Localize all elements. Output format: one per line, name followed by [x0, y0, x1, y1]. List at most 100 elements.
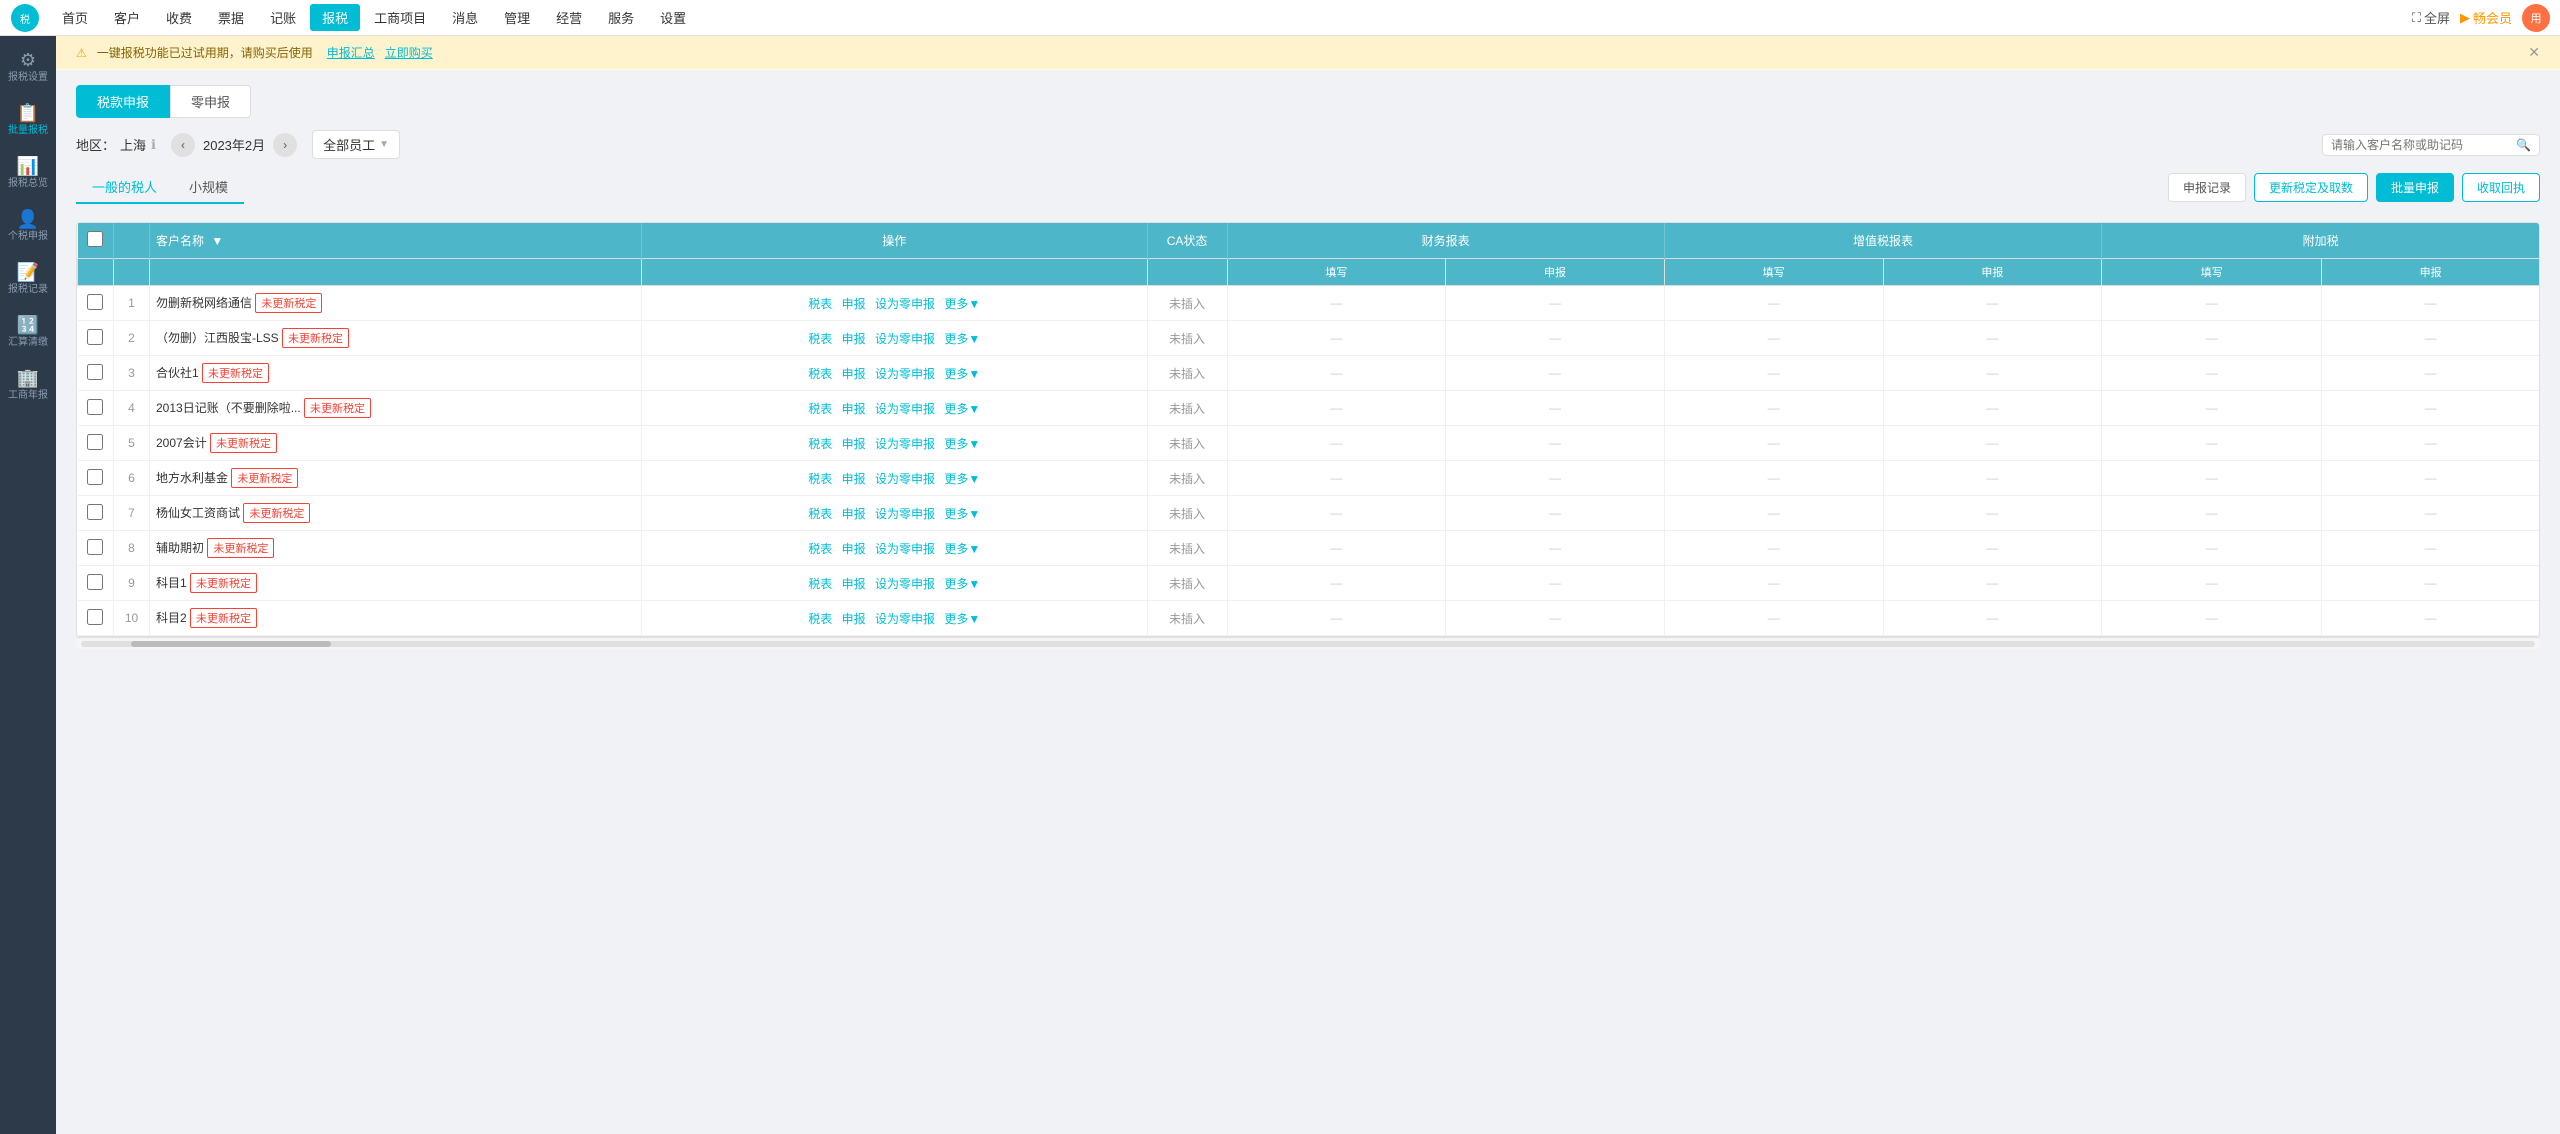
- user-avatar[interactable]: 用: [2522, 4, 2550, 32]
- op-declare-9[interactable]: 申报: [842, 612, 866, 626]
- op-declare-1[interactable]: 申报: [842, 332, 866, 346]
- sort-icon[interactable]: ▼: [211, 234, 223, 248]
- sidebar-item-annual-report[interactable]: 🏢 工商年报: [0, 361, 56, 410]
- nav-settings[interactable]: 设置: [648, 4, 698, 31]
- declaration-records-button[interactable]: 申报记录: [2168, 173, 2246, 202]
- op-declare-3[interactable]: 申报: [842, 402, 866, 416]
- row-select-6[interactable]: [87, 504, 103, 520]
- op-zero-6[interactable]: 设为零申报: [875, 507, 935, 521]
- nav-home[interactable]: 首页: [50, 4, 100, 31]
- upgrade-button[interactable]: ▶ 畅会员: [2460, 8, 2512, 27]
- banner-link-summary[interactable]: 申报汇总: [327, 44, 375, 61]
- nav-service[interactable]: 服务: [596, 4, 646, 31]
- region-info-icon[interactable]: ℹ: [151, 137, 156, 153]
- batch-declare-button[interactable]: 批量申报: [2376, 173, 2454, 202]
- op-tax-table-8[interactable]: 税表: [808, 577, 832, 591]
- tab-zero-declaration[interactable]: 零申报: [170, 85, 251, 118]
- op-zero-7[interactable]: 设为零申报: [875, 542, 935, 556]
- row-checkbox-2[interactable]: [78, 356, 114, 391]
- op-declare-4[interactable]: 申报: [842, 437, 866, 451]
- op-more-8[interactable]: 更多▼: [944, 577, 980, 591]
- row-checkbox-8[interactable]: [78, 566, 114, 601]
- update-tax-button[interactable]: 更新税定及取数: [2254, 173, 2368, 202]
- nav-business[interactable]: 工商项目: [362, 4, 438, 31]
- sidebar-item-tax-settings[interactable]: ⚙ 报税设置: [0, 43, 56, 92]
- op-tax-table-4[interactable]: 税表: [808, 437, 832, 451]
- op-more-3[interactable]: 更多▼: [944, 402, 980, 416]
- op-declare-7[interactable]: 申报: [842, 542, 866, 556]
- op-tax-table-1[interactable]: 税表: [808, 332, 832, 346]
- nav-operation[interactable]: 经营: [544, 4, 594, 31]
- op-more-6[interactable]: 更多▼: [944, 507, 980, 521]
- op-more-9[interactable]: 更多▼: [944, 612, 980, 626]
- tab-tax-declaration[interactable]: 税款申报: [76, 85, 170, 118]
- nav-invoice[interactable]: 票据: [206, 4, 256, 31]
- op-tax-table-9[interactable]: 税表: [808, 612, 832, 626]
- op-zero-0[interactable]: 设为零申报: [875, 297, 935, 311]
- op-tax-table-2[interactable]: 税表: [808, 367, 832, 381]
- row-checkbox-6[interactable]: [78, 496, 114, 531]
- sidebar-item-settlement[interactable]: 🔢 汇算清缴: [0, 308, 56, 357]
- row-checkbox-7[interactable]: [78, 531, 114, 566]
- nav-tax[interactable]: 报税: [310, 4, 360, 31]
- op-zero-2[interactable]: 设为零申报: [875, 367, 935, 381]
- row-select-8[interactable]: [87, 574, 103, 590]
- op-tax-table-3[interactable]: 税表: [808, 402, 832, 416]
- date-next-button[interactable]: ›: [273, 133, 297, 157]
- op-more-0[interactable]: 更多▼: [944, 297, 980, 311]
- op-more-4[interactable]: 更多▼: [944, 437, 980, 451]
- row-select-1[interactable]: [87, 329, 103, 345]
- row-checkbox-9[interactable]: [78, 601, 114, 636]
- row-checkbox-0[interactable]: [78, 286, 114, 321]
- row-select-9[interactable]: [87, 609, 103, 625]
- row-checkbox-3[interactable]: [78, 391, 114, 426]
- op-more-5[interactable]: 更多▼: [944, 472, 980, 486]
- sidebar-item-tax-overview[interactable]: 📊 报税总览: [0, 149, 56, 198]
- row-select-0[interactable]: [87, 294, 103, 310]
- fullscreen-button[interactable]: ⛶ 全屏: [2412, 8, 2450, 27]
- banner-link-buy[interactable]: 立即购买: [385, 44, 433, 61]
- select-all-checkbox[interactable]: [87, 231, 103, 247]
- op-zero-3[interactable]: 设为零申报: [875, 402, 935, 416]
- row-checkbox-5[interactable]: [78, 461, 114, 496]
- nav-billing[interactable]: 收费: [154, 4, 204, 31]
- op-tax-table-5[interactable]: 税表: [808, 472, 832, 486]
- banner-close-button[interactable]: ✕: [2528, 44, 2540, 61]
- row-select-3[interactable]: [87, 399, 103, 415]
- row-select-4[interactable]: [87, 434, 103, 450]
- row-select-2[interactable]: [87, 364, 103, 380]
- op-tax-table-7[interactable]: 税表: [808, 542, 832, 556]
- op-tax-table-0[interactable]: 税表: [808, 297, 832, 311]
- nav-manage[interactable]: 管理: [492, 4, 542, 31]
- op-more-7[interactable]: 更多▼: [944, 542, 980, 556]
- op-zero-9[interactable]: 设为零申报: [875, 612, 935, 626]
- nav-accounting[interactable]: 记账: [258, 4, 308, 31]
- op-zero-8[interactable]: 设为零申报: [875, 577, 935, 591]
- nav-customer[interactable]: 客户: [102, 4, 152, 31]
- sidebar-item-tax-records[interactable]: 📝 报税记录: [0, 255, 56, 304]
- op-zero-5[interactable]: 设为零申报: [875, 472, 935, 486]
- sidebar-item-personal-tax[interactable]: 👤 个税申报: [0, 202, 56, 251]
- sidebar-item-batch-tax[interactable]: 📋 批量报税: [0, 96, 56, 145]
- op-zero-1[interactable]: 设为零申报: [875, 332, 935, 346]
- horizontal-scrollbar[interactable]: [76, 637, 2540, 649]
- op-declare-0[interactable]: 申报: [842, 297, 866, 311]
- search-input[interactable]: [2331, 138, 2511, 152]
- op-more-2[interactable]: 更多▼: [944, 367, 980, 381]
- op-more-1[interactable]: 更多▼: [944, 332, 980, 346]
- row-checkbox-4[interactable]: [78, 426, 114, 461]
- staff-selector[interactable]: 全部员工 ▼: [312, 130, 400, 159]
- row-checkbox-1[interactable]: [78, 321, 114, 356]
- op-tax-table-6[interactable]: 税表: [808, 507, 832, 521]
- row-select-5[interactable]: [87, 469, 103, 485]
- op-declare-2[interactable]: 申报: [842, 367, 866, 381]
- tab-general-taxpayer[interactable]: 一般的税人: [76, 171, 173, 204]
- op-zero-4[interactable]: 设为零申报: [875, 437, 935, 451]
- date-prev-button[interactable]: ‹: [171, 133, 195, 157]
- tab-small-scale[interactable]: 小规模: [173, 171, 244, 204]
- op-declare-8[interactable]: 申报: [842, 577, 866, 591]
- op-declare-5[interactable]: 申报: [842, 472, 866, 486]
- collect-receipt-button[interactable]: 收取回执: [2462, 173, 2540, 202]
- nav-message[interactable]: 消息: [440, 4, 490, 31]
- row-select-7[interactable]: [87, 539, 103, 555]
